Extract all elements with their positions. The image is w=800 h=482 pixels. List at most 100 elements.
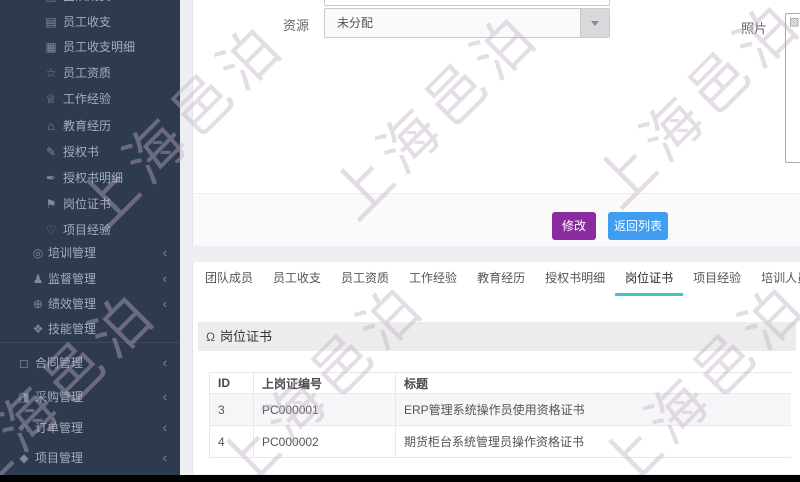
back-to-list-button[interactable]: 返回列表 [608,212,668,240]
sidebar-item-label: 员工收支明细 [63,40,136,54]
section-title: 岗位证书 [219,329,272,344]
sidebar-divider [0,342,180,343]
order-icon: ♘ [18,421,30,435]
column-header-cert-number: 上岗证编号 [253,372,396,394]
sidebar-item-training-mgmt[interactable]: ◎ 培训管理 ‹ [0,240,180,266]
chevron-left-icon: ‹ [162,389,167,404]
sidebar-item-label: 培训管理 [48,246,97,260]
certificate-icon: ⚑ [45,197,57,211]
detail-tabs-panel: 团队成员 员工收支 员工资质 工作经验 教育经历 授权书明细 岗位证书 项目经验… [192,262,800,474]
sidebar-item-label: 员工收支 [63,15,112,29]
tab-employee-qualification[interactable]: 员工资质 [331,262,399,296]
cell-cert-number: PC000001 [253,393,396,426]
column-header-id: ID [209,372,254,394]
authorization-icon: ✎ [45,145,57,159]
section-header: Ω 岗位证书 [198,322,796,351]
sidebar-item-employee-qualification[interactable]: ☆ 员工资质 [0,60,180,86]
tab-work-experience[interactable]: 工作经验 [399,262,467,296]
tab-position-certificate[interactable]: 岗位证书 [615,262,684,296]
text-input-partial[interactable] [324,0,610,6]
select-dropdown-button[interactable] [580,9,609,37]
photo-label: 照片 [741,21,768,36]
sidebar-item-label: 监督管理 [48,272,97,286]
modify-button[interactable]: 修改 [552,212,596,240]
tab-education-history[interactable]: 教育经历 [467,262,535,296]
tab-training-personnel[interactable]: 培训人员 [751,262,800,296]
tab-employee-payments[interactable]: 员工收支 [263,262,331,296]
chevron-left-icon: ‹ [162,296,167,311]
project-icon: ◆ [19,451,29,465]
sidebar-item-work-experience[interactable]: ♕ 工作经验 [0,86,180,112]
sidebar-item-label: 团队成员 [63,0,111,9]
sidebar-item-contract-mgmt[interactable]: ◻ 合同管理 ‹ [0,347,180,379]
sidebar-item-team-members[interactable]: ▣ 团队成员 [0,0,180,9]
table-row: 4 PC000002 期货柜台系统管理员操作资格证书 [209,425,791,458]
procurement-icon: ◨ [18,390,30,404]
image-placeholder-icon: ▨ [789,16,800,28]
sidebar: ▣ 团队成员 ▤ 员工收支 ▦ 员工收支明细 ☆ 员工资质 ♕ 工作经验 ⌂ 教… [0,0,180,475]
team-members-icon: ▣ [44,0,58,9]
sidebar-item-label: 项目管理 [35,451,84,465]
sidebar-item-label: 订单管理 [35,421,84,435]
table-header-row: ID 上岗证编号 标题 [209,372,791,394]
sidebar-item-label: 绩效管理 [48,297,97,311]
performance-icon: ⊕ [32,297,44,311]
sidebar-item-label: 采购管理 [35,390,84,404]
tab-authorization-detail[interactable]: 授权书明细 [535,262,615,296]
form-footer: 修改 返回列表 [193,193,800,246]
contract-icon: ◻ [19,356,29,370]
supervision-icon: ♟ [32,272,44,286]
sidebar-item-label: 教育经历 [63,119,112,133]
table-row: 3 PC000001 ERP管理系统操作员使用资格证书 [209,393,791,426]
payment-detail-icon: ▦ [45,40,57,54]
skill-icon: ❖ [32,322,44,336]
sidebar-item-label: 技能管理 [48,322,97,336]
cell-id: 4 [209,425,254,458]
sidebar-item-employee-payment-detail[interactable]: ▦ 员工收支明细 [0,34,180,60]
sidebar-item-position-certificate[interactable]: ⚑ 岗位证书 [0,191,180,217]
sidebar-item-order-mgmt[interactable]: ♘ 订单管理 ‹ [0,412,180,444]
bottom-black-bar [0,475,800,482]
payments-icon: ▤ [45,15,57,29]
sidebar-item-label: 工作经验 [63,92,112,106]
chevron-left-icon: ‹ [162,450,167,465]
cell-cert-number: PC000002 [253,425,396,458]
chevron-left-icon: ‹ [162,355,167,370]
sidebar-item-label: 授权书 [63,145,100,159]
sidebar-item-label: 员工资质 [63,66,112,80]
sidebar-item-project-mgmt[interactable]: ◆ 项目管理 ‹ [0,442,180,474]
authorization-detail-icon: ✒ [45,171,57,185]
work-experience-icon: ♕ [45,92,57,106]
sidebar-item-label: 合同管理 [35,356,84,370]
sidebar-item-employee-payments[interactable]: ▤ 员工收支 [0,9,180,35]
sidebar-item-skill-mgmt[interactable]: ❖ 技能管理 [0,316,180,342]
sidebar-item-label: 岗位证书 [63,197,112,211]
column-header-title: 标题 [395,372,791,394]
detail-tabs: 团队成员 员工收支 员工资质 工作经验 教育经历 授权书明细 岗位证书 项目经验… [193,262,800,296]
resource-select[interactable]: 未分配 [324,8,610,38]
person-icon: Ω [206,330,215,344]
chevron-left-icon: ‹ [162,420,167,435]
tab-project-experience[interactable]: 项目经验 [683,262,751,296]
resource-select-value: 未分配 [337,16,374,30]
education-icon: ⌂ [47,119,55,133]
detail-form-panel: 资源 未分配 照片 ▨ 修改 返回列表 [192,0,800,246]
sidebar-item-supervision-mgmt[interactable]: ♟ 监督管理 ‹ [0,266,180,292]
sidebar-item-authorization-detail[interactable]: ✒ 授权书明细 [0,165,180,191]
sidebar-item-education-history[interactable]: ⌂ 教育经历 [0,113,180,139]
sidebar-item-procurement-mgmt[interactable]: ◨ 采购管理 ‹ [0,381,180,413]
cell-title: 期货柜台系统管理员操作资格证书 [395,425,791,458]
qualification-icon: ☆ [45,66,57,80]
certificates-table: ID 上岗证编号 标题 3 PC000001 ERP管理系统操作员使用资格证书 … [209,372,791,458]
chevron-left-icon: ‹ [162,245,167,260]
photo-upload-box[interactable]: ▨ [785,13,800,163]
cell-id: 3 [209,393,254,426]
training-icon: ◎ [32,246,44,260]
chevron-down-icon [591,21,599,26]
cell-title: ERP管理系统操作员使用资格证书 [395,393,791,426]
resource-label: 资源 [282,18,309,33]
tab-team-members[interactable]: 团队成员 [195,262,263,296]
sidebar-item-authorization[interactable]: ✎ 授权书 [0,139,180,165]
sidebar-item-performance-mgmt[interactable]: ⊕ 绩效管理 ‹ [0,291,180,317]
sidebar-item-label: 授权书明细 [63,171,124,185]
